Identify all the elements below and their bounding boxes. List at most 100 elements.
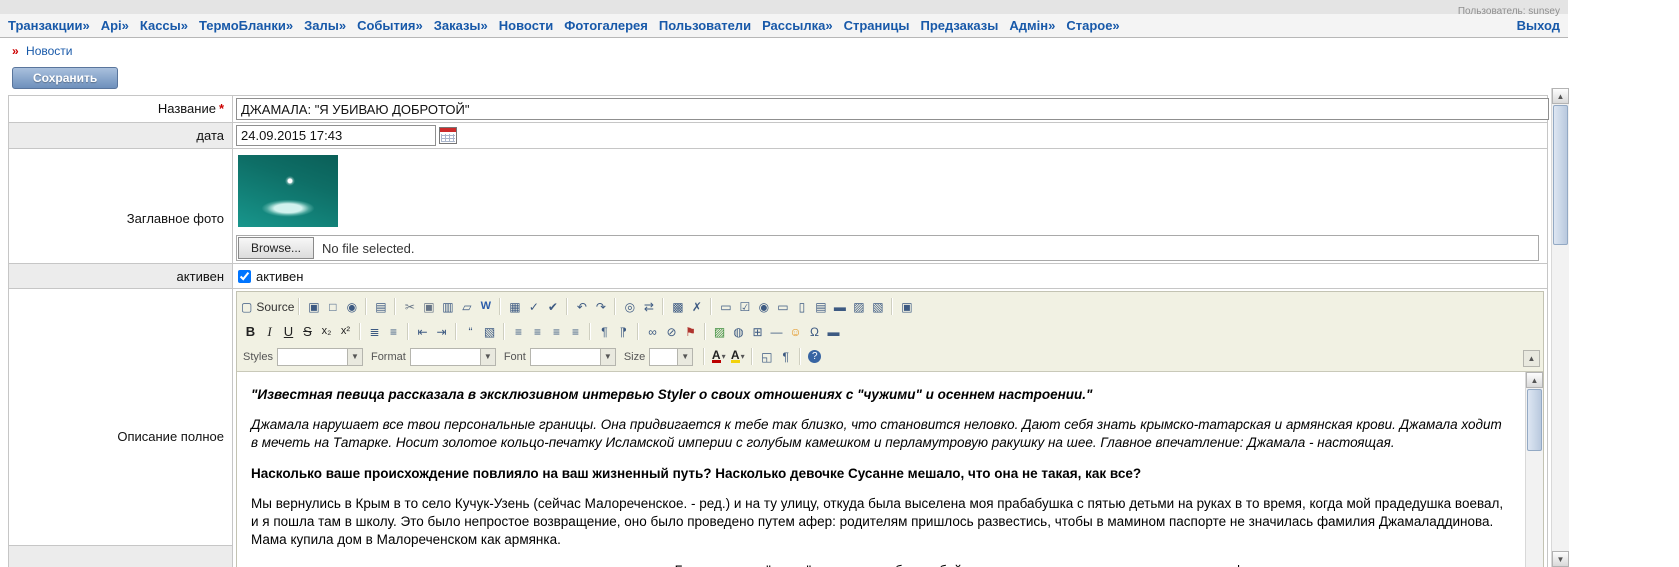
nav-item-9[interactable]: Фотогалерея	[564, 18, 648, 33]
templates-icon[interactable]: ▤	[371, 297, 390, 316]
nav-item-6[interactable]: События»	[357, 18, 423, 33]
maximize-icon[interactable]: ◱	[757, 347, 776, 366]
scroll-down-icon[interactable]: ▼	[1552, 551, 1569, 567]
copy-icon[interactable]: ▣	[419, 297, 438, 316]
font-dropdown[interactable]: ▼	[529, 347, 616, 366]
paste-icon[interactable]: ▥	[438, 297, 457, 316]
unlink-icon[interactable]: ⊘	[662, 322, 681, 341]
nav-item-2[interactable]: Api»	[101, 18, 129, 33]
numbered-list-icon[interactable]: ≣	[365, 322, 384, 341]
page-scrollbar[interactable]: ▲ ▼	[1551, 88, 1569, 567]
nav-item-1[interactable]: Транзакции»	[8, 18, 90, 33]
source-icon[interactable]: ▢ Source	[241, 297, 294, 316]
preview-icon[interactable]: ◉	[342, 297, 361, 316]
anchor-icon[interactable]: ⚑	[681, 322, 700, 341]
redo-icon[interactable]: ↷	[591, 297, 610, 316]
flash-icon[interactable]: ◍	[729, 322, 748, 341]
collapse-toolbar-button[interactable]: ▲	[1523, 350, 1540, 367]
select-all-icon[interactable]: ▩	[668, 297, 687, 316]
nav-item-7[interactable]: Заказы»	[434, 18, 488, 33]
form-icon[interactable]: ▭	[716, 297, 735, 316]
chevron-down-icon[interactable]: ▼	[346, 348, 362, 365]
save-icon[interactable]: ▣	[304, 297, 323, 316]
scroll-up-icon[interactable]: ▲	[1526, 372, 1543, 388]
print-icon[interactable]: ▦	[505, 297, 524, 316]
align-left-icon[interactable]: ≡	[509, 322, 528, 341]
nav-item-15[interactable]: Старое»	[1066, 18, 1119, 33]
page-scrollbar-thumb[interactable]	[1553, 105, 1568, 245]
nav-item-12[interactable]: Страницы	[844, 18, 910, 33]
textarea-icon[interactable]: ▯	[792, 297, 811, 316]
nav-item-4[interactable]: ТермоБланки»	[199, 18, 293, 33]
align-center-icon[interactable]: ≡	[528, 322, 547, 341]
superscript-icon[interactable]: x²	[336, 322, 355, 341]
bold-icon[interactable]: B	[241, 322, 260, 341]
radio-icon[interactable]: ◉	[754, 297, 773, 316]
cut-icon[interactable]: ✂	[400, 297, 419, 316]
logout-link[interactable]: Выход	[1517, 18, 1560, 33]
image-button-icon[interactable]: ▨	[849, 297, 868, 316]
undo-icon[interactable]: ↶	[572, 297, 591, 316]
scroll-up-icon[interactable]: ▲	[1552, 88, 1569, 104]
checkbox-icon[interactable]: ☑	[735, 297, 754, 316]
chevron-down-icon[interactable]: ▼	[479, 348, 495, 365]
indent-icon[interactable]: ⇥	[432, 322, 451, 341]
button-icon[interactable]: ▬	[830, 297, 849, 316]
text-color-icon[interactable]: A	[709, 347, 728, 366]
spell-check-icon[interactable]: ✓	[524, 297, 543, 316]
breadcrumb-link-news[interactable]: Новости	[26, 44, 72, 58]
active-checkbox[interactable]	[238, 270, 251, 283]
photo-file-input[interactable]: Browse... No file selected.	[236, 235, 1539, 261]
editor-text[interactable]: "Известная певица рассказала в эксклюзив…	[237, 372, 1526, 567]
blockquote-icon[interactable]: “	[461, 322, 480, 341]
new-page-icon[interactable]: □	[323, 297, 342, 316]
link-icon[interactable]: ∞	[643, 322, 662, 341]
save-button[interactable]: Сохранить	[12, 67, 119, 89]
nav-item-10[interactable]: Пользователи	[659, 18, 751, 33]
strike-icon[interactable]: S	[298, 322, 317, 341]
table-icon[interactable]: ⊞	[748, 322, 767, 341]
hidden-field-icon[interactable]: ▧	[868, 297, 887, 316]
size-dropdown[interactable]: ▼	[649, 347, 694, 366]
bg-color-icon[interactable]: A	[728, 347, 747, 366]
iframe-icon[interactable]: ▣	[897, 297, 916, 316]
chevron-down-icon[interactable]: ▼	[599, 348, 615, 365]
special-char-icon[interactable]: Ω	[805, 322, 824, 341]
page-break-icon[interactable]: ▬	[824, 322, 843, 341]
browse-button[interactable]: Browse...	[238, 237, 315, 259]
text-field-icon[interactable]: ▭	[773, 297, 792, 316]
calendar-icon[interactable]	[439, 127, 457, 144]
paste-from-word-icon[interactable]: W	[476, 297, 495, 316]
nav-item-8[interactable]: Новости	[499, 18, 554, 33]
align-justify-icon[interactable]: ≡	[566, 322, 585, 341]
scayt-icon[interactable]: ✔	[543, 297, 562, 316]
select-field-icon[interactable]: ▤	[811, 297, 830, 316]
paste-text-icon[interactable]: ▱	[457, 297, 476, 316]
show-blocks-icon[interactable]: ¶	[776, 347, 795, 366]
horizontal-rule-icon[interactable]: ―	[767, 322, 786, 341]
create-div-icon[interactable]: ▧	[480, 322, 499, 341]
nav-item-13[interactable]: Предзаказы	[920, 18, 998, 33]
bidi-ltr-icon[interactable]: ¶	[595, 322, 614, 341]
smiley-icon[interactable]: ☺	[786, 322, 805, 341]
nav-item-11[interactable]: Рассылка»	[762, 18, 833, 33]
nav-item-3[interactable]: Кассы»	[140, 18, 188, 33]
format-dropdown[interactable]: ▼	[409, 347, 496, 366]
remove-format-icon[interactable]: ✗	[687, 297, 706, 316]
align-right-icon[interactable]: ≡	[547, 322, 566, 341]
chevron-down-icon[interactable]: ▼	[677, 348, 693, 365]
subscript-icon[interactable]: x₂	[317, 322, 336, 341]
underline-icon[interactable]: U	[279, 322, 298, 341]
editor-scrollbar-thumb[interactable]	[1527, 389, 1542, 451]
nav-item-14[interactable]: Адмін»	[1009, 18, 1055, 33]
image-icon[interactable]: ▨	[710, 322, 729, 341]
date-input[interactable]	[236, 125, 436, 146]
bulleted-list-icon[interactable]: ≡	[384, 322, 403, 341]
find-icon[interactable]: ◎	[620, 297, 639, 316]
styles-dropdown[interactable]: ▼	[276, 347, 363, 366]
editor-scrollbar[interactable]: ▲ ▼	[1525, 372, 1543, 567]
bidi-rtl-icon[interactable]: ¶	[614, 322, 633, 341]
italic-icon[interactable]: I	[260, 322, 279, 341]
replace-icon[interactable]: ⇄	[639, 297, 658, 316]
title-input[interactable]	[236, 98, 1549, 120]
